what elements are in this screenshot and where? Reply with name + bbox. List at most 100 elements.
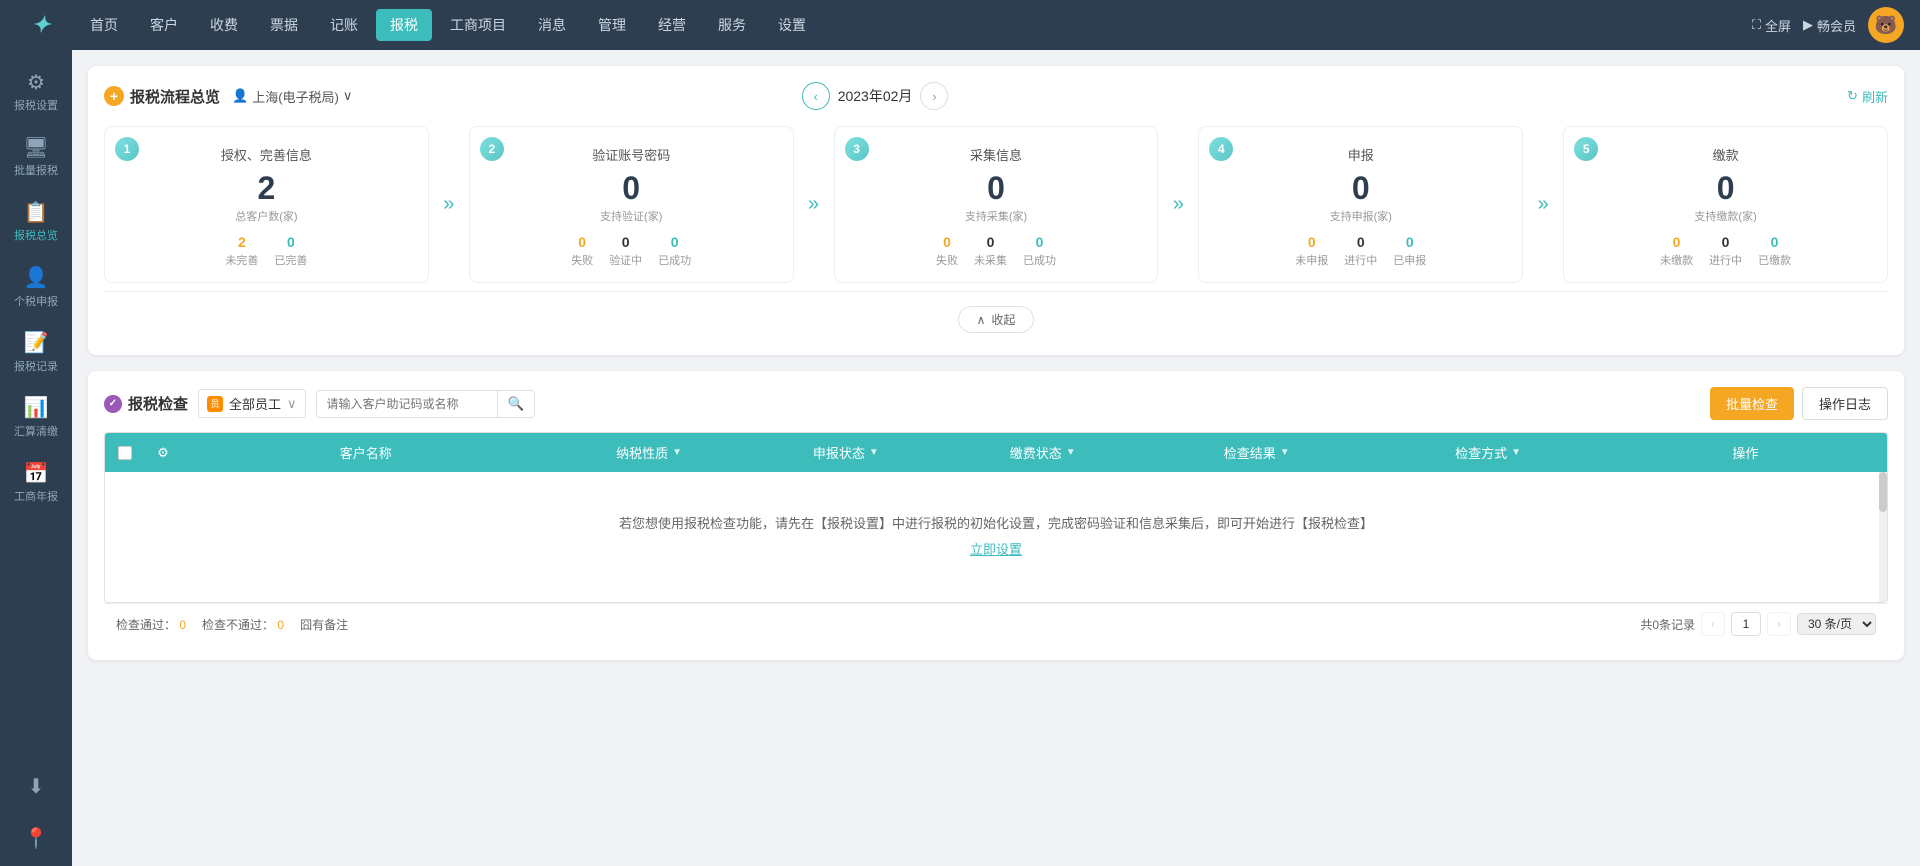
tax-type-filter-icon: ▼ [672, 447, 682, 458]
pagination: 共0条记录 ‹ 1 › 30 条/页 [1640, 612, 1876, 636]
nav-business[interactable]: 工商项目 [436, 9, 520, 41]
download-icon: ⬇ [22, 772, 50, 800]
remark-label: 囧有备注 [300, 616, 348, 633]
nav-tax[interactable]: 报税 [376, 9, 432, 41]
nav-bill[interactable]: 票据 [256, 9, 312, 41]
step-1-stat-1: 0 已完善 [274, 234, 307, 268]
prev-month-button[interactable]: ‹ [802, 82, 830, 110]
next-page-button[interactable]: › [1767, 612, 1791, 636]
annual-report-icon: 📅 [22, 459, 50, 487]
step-5-stat-1-val: 0 [1722, 234, 1730, 250]
th-check-method[interactable]: 检查方式 ▼ [1372, 433, 1603, 472]
per-page-select[interactable]: 30 条/页 [1797, 613, 1876, 635]
sidebar-item-personal-tax[interactable]: 👤 个税申报 [0, 254, 72, 319]
sidebar-item-location[interactable]: 📍 [0, 814, 72, 862]
step-1-title: 授权、完善信息 [121, 141, 412, 164]
sidebar-item-tax-overview[interactable]: 📋 报税总览 [0, 188, 72, 253]
chevron-up-icon: ∧ [977, 313, 986, 327]
current-month: 2023年02月 [838, 86, 913, 106]
th-pay-status-text: 缴费状态 [1010, 443, 1062, 462]
pay-filter-icon: ▼ [1066, 447, 1076, 458]
op-log-button[interactable]: 操作日志 [1802, 387, 1888, 420]
sidebar-item-batch-tax[interactable]: 🖥 批量报税 [0, 123, 72, 188]
sidebar-item-tax-settings[interactable]: ⚙ 报税设置 [0, 58, 72, 123]
refresh-button[interactable]: ↻ 刷新 [1847, 87, 1888, 106]
sidebar-item-tax-record[interactable]: 📝 报税记录 [0, 319, 72, 384]
sidebar: ⚙ 报税设置 🖥 批量报税 📋 报税总览 👤 个税申报 📝 报税记录 📊 汇算清… [0, 50, 72, 866]
top-navigation: ✦ 首页 客户 收费 票据 记账 报税 工商项目 消息 管理 经营 服务 设置 … [0, 0, 1920, 50]
sidebar-item-download[interactable]: ⬇ [0, 762, 72, 810]
mascot-avatar[interactable]: 🐻 [1868, 7, 1904, 43]
step-3-stats: 0 失败 0 未采集 0 已成功 [851, 234, 1142, 268]
nav-service[interactable]: 服务 [704, 9, 760, 41]
step-1-stat-1-val: 0 [287, 234, 295, 250]
th-check-result-text: 检查结果 [1224, 443, 1276, 462]
batch-check-button[interactable]: 批量检查 [1710, 387, 1794, 420]
sidebar-label-batch-tax: 批量报税 [14, 165, 58, 178]
batch-tax-icon: 🖥 [22, 133, 50, 161]
nav-client[interactable]: 客户 [136, 9, 192, 41]
scrollbar-thumb[interactable] [1879, 472, 1887, 512]
step-2-stat-2: 0 已成功 [658, 234, 691, 268]
refresh-label: 刷新 [1862, 87, 1888, 106]
step-3-stat-1-label: 未采集 [974, 252, 1007, 268]
empty-message: 若您想使用报税检查功能，请先在【报税设置】中进行报税的初始化设置，完成密码验证和… [283, 511, 1709, 563]
collapse-button[interactable]: ∧ 收起 [958, 306, 1035, 333]
step-1-stat-0: 2 未完善 [225, 234, 258, 268]
nav-home[interactable]: 首页 [76, 9, 132, 41]
prev-page-button[interactable]: ‹ [1701, 612, 1725, 636]
top-nav-right: ⛶ 全屏 ▶ 畅会员 🐻 [1752, 7, 1904, 43]
nav-operation[interactable]: 经营 [644, 9, 700, 41]
vip-button[interactable]: ▶ 畅会员 [1803, 16, 1856, 35]
step-2-stat-2-val: 0 [671, 234, 679, 250]
current-page: 1 [1731, 612, 1761, 636]
th-pay-status[interactable]: 缴费状态 ▼ [944, 433, 1141, 472]
nav-fee[interactable]: 收费 [196, 9, 252, 41]
fullscreen-button[interactable]: ⛶ 全屏 [1752, 16, 1791, 35]
fail-val[interactable]: 0 [277, 618, 284, 632]
setup-link[interactable]: 立即设置 [970, 542, 1022, 557]
step-1-count: 2 [121, 172, 412, 204]
select-all-checkbox[interactable] [118, 446, 132, 460]
filter-chevron-icon: ∨ [287, 396, 297, 412]
th-declare-status[interactable]: 申报状态 ▼ [747, 433, 944, 472]
search-button[interactable]: 🔍 [497, 391, 535, 417]
pass-label: 检查通过： [116, 618, 176, 632]
tax-settings-icon: ⚙ [22, 68, 50, 96]
arrow-4: » [1523, 126, 1563, 283]
location-badge[interactable]: 👤 上海(电子税局) ∨ [232, 87, 352, 106]
month-navigator: ‹ 2023年02月 › [802, 82, 949, 110]
pass-val[interactable]: 0 [179, 618, 186, 632]
nav-accounting[interactable]: 记账 [316, 9, 372, 41]
step-3-stat-0-val: 0 [943, 234, 951, 250]
step-3-sub: 支持采集(家) [851, 208, 1142, 224]
step-4-stat-2-label: 已申报 [1393, 252, 1426, 268]
step-5-stat-2-label: 已缴款 [1758, 252, 1791, 268]
th-check-method-text: 检查方式 [1455, 443, 1507, 462]
nav-settings[interactable]: 设置 [764, 9, 820, 41]
sidebar-item-settlement[interactable]: 📊 汇算清缴 [0, 384, 72, 449]
th-check-result[interactable]: 检查结果 ▼ [1141, 433, 1372, 472]
table-scrollbar[interactable] [1879, 472, 1887, 602]
gear-icon[interactable]: ⚙ [157, 445, 169, 461]
step-4-stat-1-val: 0 [1357, 234, 1365, 250]
step-3-title: 采集信息 [851, 141, 1142, 164]
step-4-stat-0-val: 0 [1308, 234, 1316, 250]
step-5-sub: 支持缴款(家) [1580, 208, 1871, 224]
employee-filter[interactable]: 员 全部员工 ∨ [198, 389, 306, 418]
app-logo: ✦ [16, 0, 66, 50]
sidebar-label-settlement: 汇算清缴 [14, 426, 58, 439]
process-title: + 报税流程总览 [104, 86, 220, 107]
step-3-stat-1-val: 0 [987, 234, 995, 250]
next-month-button[interactable]: › [920, 82, 948, 110]
nav-manage[interactable]: 管理 [584, 9, 640, 41]
search-input[interactable] [317, 392, 497, 416]
th-tax-type[interactable]: 纳税性质 ▼ [551, 433, 748, 472]
nav-message[interactable]: 消息 [524, 9, 580, 41]
personal-tax-icon: 👤 [22, 264, 50, 292]
nav-menu: 首页 客户 收费 票据 记账 报税 工商项目 消息 管理 经营 服务 设置 [76, 9, 1752, 41]
th-action-text: 操作 [1732, 443, 1758, 462]
arrow-3: » [1158, 126, 1198, 283]
step-3-stat-0: 0 失败 [936, 234, 958, 268]
sidebar-item-annual-report[interactable]: 📅 工商年报 [0, 449, 72, 514]
